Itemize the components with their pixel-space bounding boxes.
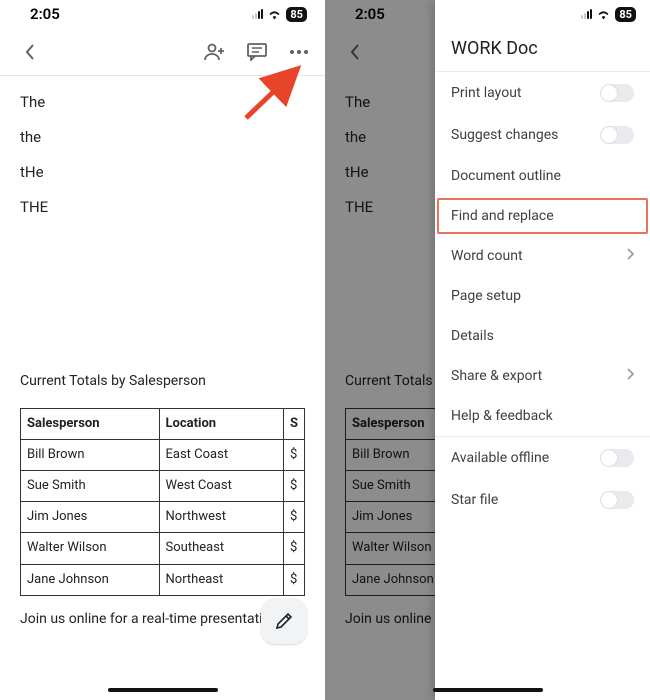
menu-suggest-changes[interactable]: Suggest changes [435,114,650,156]
table-header: Salesperson [21,408,160,439]
text-line: tHe [20,162,305,183]
edit-fab[interactable] [261,598,307,644]
table-row: Jane JohnsonNortheast$ [21,564,305,595]
table-row: Jim JonesNorthwest$ [21,502,305,533]
sales-table: Salesperson Location S Bill BrownEast Co… [20,408,305,596]
cellular-icon [252,9,263,19]
table-header-row: Salesperson Location S [21,408,305,439]
menu-word-count[interactable]: Word count [435,236,650,276]
overflow-menu-panel: 85 WORK Doc Print layout Suggest changes… [435,0,650,700]
toggle-star-file[interactable] [600,491,634,509]
toggle-print-layout[interactable] [600,84,634,102]
menu-find-and-replace[interactable]: Find and replace [435,196,650,236]
menu-available-offline[interactable]: Available offline [435,437,650,479]
panel-status-bar: 85 [435,0,650,28]
status-right: 85 [252,7,307,22]
text-line: THE [20,197,305,218]
toggle-suggest-changes[interactable] [600,126,634,144]
screen-right: 2:05 The the tHe THE Current Totals b Sa… [325,0,650,700]
chevron-right-icon [626,368,634,384]
wifi-icon [267,9,282,20]
menu-share-export[interactable]: Share & export [435,356,650,396]
menu-help-feedback[interactable]: Help & feedback [435,396,650,436]
table-row: Sue SmithWest Coast$ [21,470,305,501]
menu-details[interactable]: Details [435,316,650,356]
menu-print-layout[interactable]: Print layout [435,72,650,114]
home-indicator[interactable] [433,688,543,692]
table-header: Location [159,408,283,439]
menu-star-file[interactable]: Star file [435,479,650,521]
screen-left: 2:05 85 The the tHe THE C [0,0,325,700]
text-line: the [20,127,305,148]
battery-indicator: 85 [286,7,307,22]
toolbar [0,28,325,76]
menu-document-outline[interactable]: Document outline [435,156,650,196]
status-time: 2:05 [30,5,60,23]
text-line: The [20,92,305,113]
battery-indicator: 85 [615,7,636,22]
back-button[interactable] [18,40,42,64]
chevron-right-icon [626,248,634,264]
table-row: Walter WilsonSoutheast$ [21,533,305,564]
comment-icon[interactable] [245,40,269,64]
add-person-icon[interactable] [203,40,227,64]
more-menu-button[interactable] [287,40,311,64]
cellular-icon [581,9,592,19]
table-row: Bill BrownEast Coast$ [21,439,305,470]
section-title: Current Totals by Salesperson [20,372,305,392]
pencil-icon [274,611,294,631]
table-header: S [283,408,304,439]
home-indicator[interactable] [108,688,218,692]
menu-page-setup[interactable]: Page setup [435,276,650,316]
toggle-available-offline[interactable] [600,449,634,467]
status-bar: 2:05 85 [0,0,325,28]
document-body[interactable]: The the tHe THE Current Totals by Salesp… [0,76,325,645]
wifi-icon [596,9,611,20]
panel-title: WORK Doc [435,28,650,71]
